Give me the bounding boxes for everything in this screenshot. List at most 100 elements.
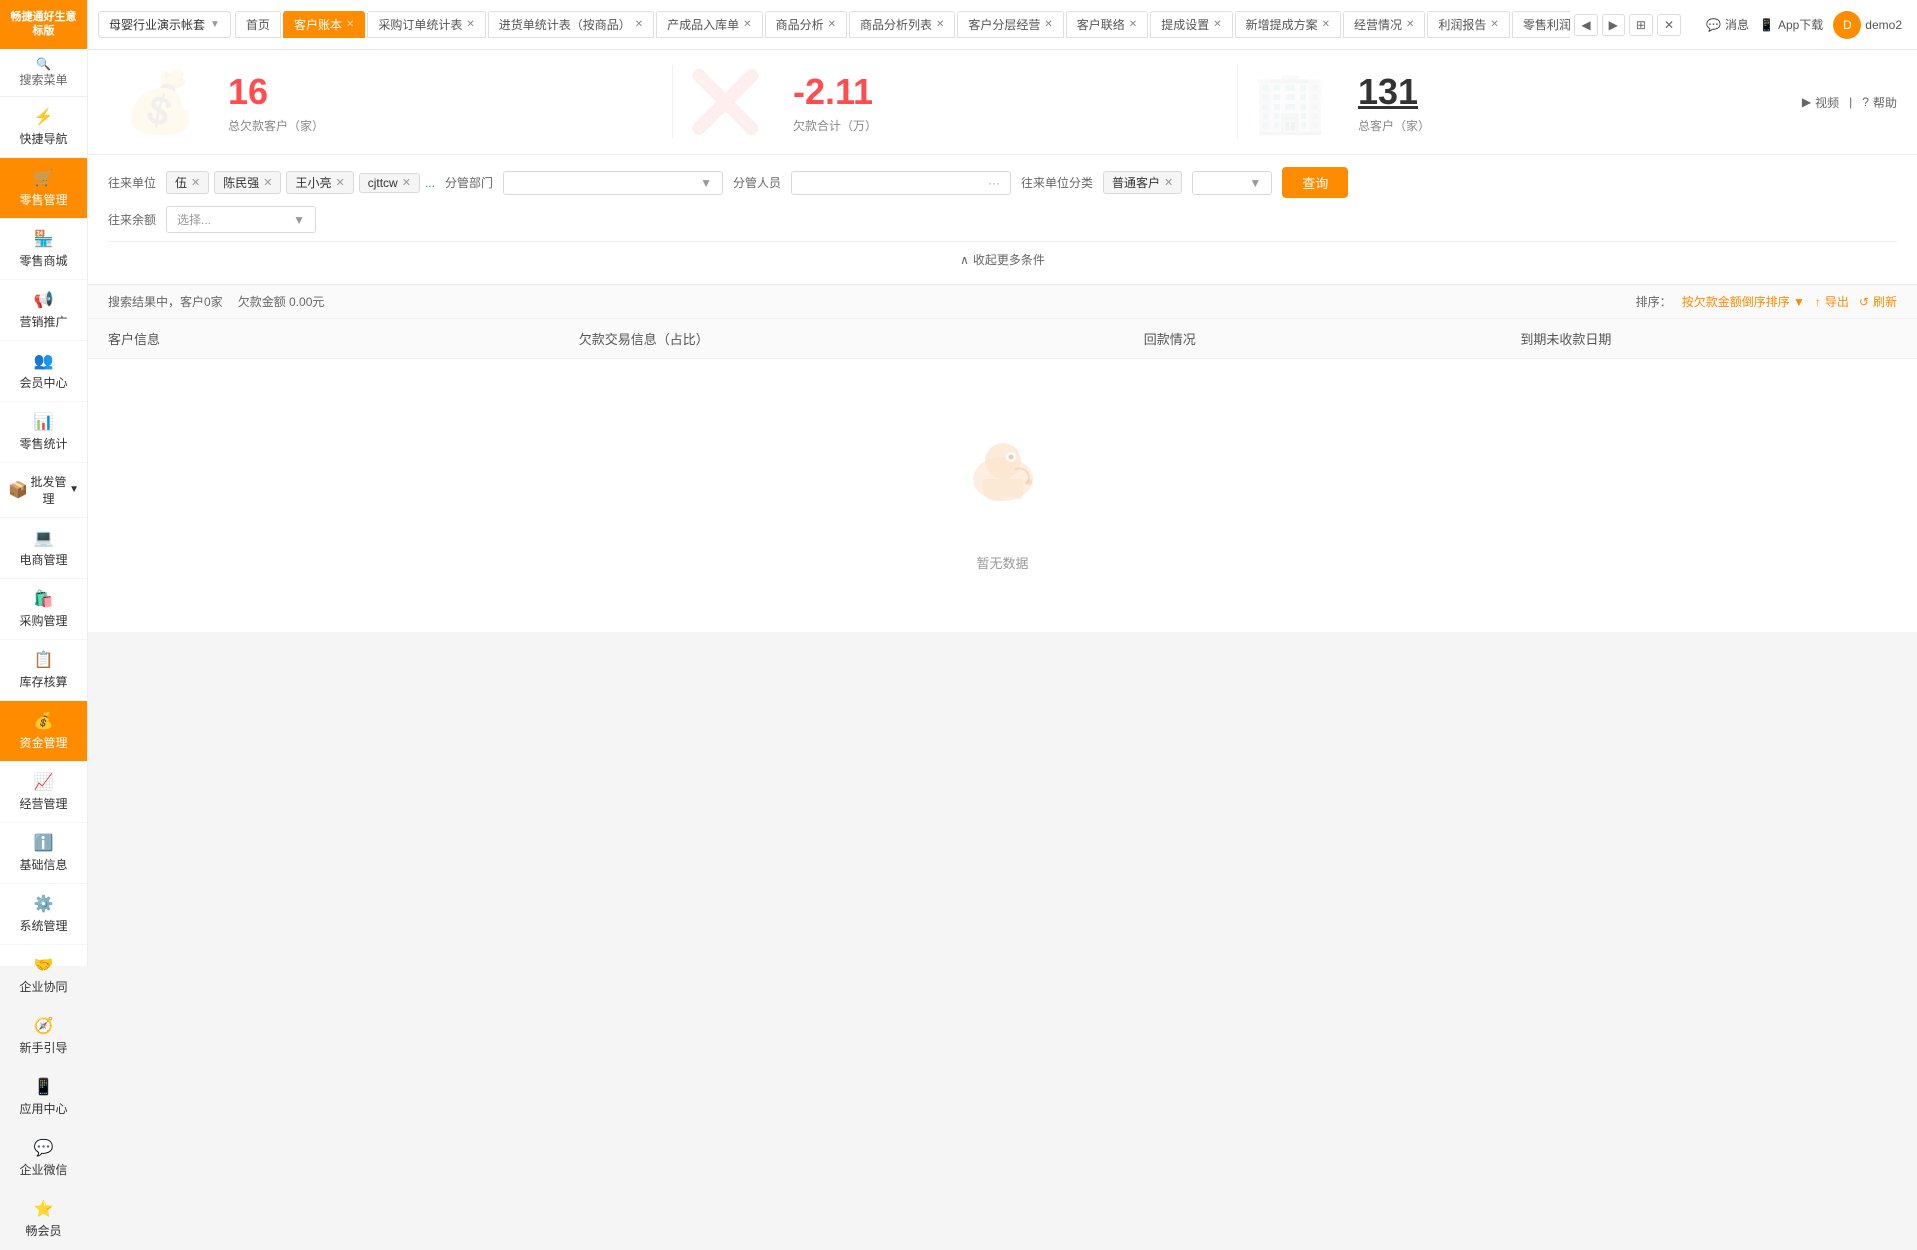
collapse-filters-button[interactable]: ∧ 收起更多条件 <box>108 247 1897 272</box>
message-icon: 💬 <box>1706 18 1721 32</box>
stat-bg-icon-1: 💰 <box>123 67 198 138</box>
close-icon[interactable]: ✕ <box>743 19 751 30</box>
balance-input[interactable]: 选择... ▼ <box>166 206 316 233</box>
tabs-next-button[interactable]: ▶ <box>1602 14 1625 36</box>
stats-right-actions: ▶ 视频 | ? 帮助 <box>1802 94 1897 111</box>
remove-tag-wu[interactable]: ✕ <box>191 176 200 189</box>
sidebar-quick-nav[interactable]: ⚡ 快捷导航 <box>0 97 87 158</box>
tab-commission-settings[interactable]: 提成设置 ✕ <box>1150 11 1232 38</box>
sidebar: 畅捷通好生意 标版 🔍 搜索菜单 ⚡ 快捷导航 🛒 零售管理 🏪 零售商城 📢 … <box>0 0 88 966</box>
filter-area: 往来单位 伍 ✕ 陈民强 ✕ 王小亮 ✕ cjttcw <box>88 155 1917 285</box>
sidebar-item-retail-mall[interactable]: 🏪 零售商城 <box>0 219 87 280</box>
close-icon[interactable]: ✕ <box>1213 19 1221 30</box>
empty-illustration <box>953 419 1053 519</box>
sidebar-item-enterprise[interactable]: 🤝 企业协同 <box>0 945 87 1006</box>
sidebar-search[interactable]: 🔍 搜索菜单 <box>0 49 87 97</box>
navbar-right: 💬 消息 📱 App下载 D demo2 <box>1691 11 1917 39</box>
tabs-close-all-button[interactable]: ✕ <box>1657 14 1681 36</box>
logo-text: 畅捷通好生意 标版 <box>11 10 77 39</box>
sidebar-item-vip[interactable]: ⭐ 畅会员 <box>0 1189 87 1250</box>
close-icon[interactable]: ✕ <box>828 19 836 30</box>
account-selector[interactable]: 母婴行业演示帐套 ▼ <box>98 11 231 38</box>
sort-value[interactable]: 按欠款金额倒序排序 ▼ <box>1682 293 1805 310</box>
sidebar-item-marketing[interactable]: 📢 营销推广 <box>0 280 87 341</box>
tab-customer-ledger[interactable]: 客户账本 ✕ <box>283 11 365 38</box>
close-icon[interactable]: ✕ <box>635 19 643 30</box>
tab-operation-status[interactable]: 经营情况 ✕ <box>1343 11 1425 38</box>
close-icon[interactable]: ✕ <box>346 19 354 30</box>
table-container: 客户信息 欠款交易信息（占比） 回款情况 到期未收款日期 <box>88 319 1917 632</box>
tab-production-inbound[interactable]: 产成品入库单 ✕ <box>656 11 762 38</box>
sidebar-item-retail-stats[interactable]: 📊 零售统计 <box>0 402 87 463</box>
tabs-prev-button[interactable]: ◀ <box>1574 14 1597 36</box>
person-input[interactable]: ··· <box>791 171 1011 195</box>
sidebar-item-purchase[interactable]: 🛍️ 采购管理 <box>0 579 87 640</box>
sidebar-item-basic-info[interactable]: ℹ️ 基础信息 <box>0 823 87 884</box>
tab-new-commission[interactable]: 新增提成方案 ✕ <box>1235 11 1341 38</box>
empty-text: 暂无数据 <box>976 553 1028 572</box>
column-repayment: 回款情况 <box>1144 329 1521 348</box>
unit-filter-label: 往来单位 <box>108 174 156 191</box>
tab-purchase-order-stats[interactable]: 采购订单统计表 ✕ <box>367 11 485 38</box>
overdue-amount-label: 欠款合计（万） <box>793 117 1197 134</box>
dept-dropdown-icon: ▼ <box>700 176 712 190</box>
export-button[interactable]: ↑ 导出 <box>1815 293 1849 310</box>
tab-product-analysis[interactable]: 商品分析 ✕ <box>765 11 847 38</box>
sidebar-logo: 畅捷通好生意 标版 <box>0 0 87 49</box>
collapse-icon: ∧ <box>960 253 969 267</box>
balance-dropdown-icon: ▼ <box>293 213 305 227</box>
play-icon: ▶ <box>1802 95 1811 109</box>
dept-input[interactable]: ▼ <box>503 171 723 195</box>
empty-state: 暂无数据 <box>88 359 1917 632</box>
overdue-amount-value: -2.11 <box>793 70 1197 113</box>
tabs-expand-button[interactable]: ⊞ <box>1629 14 1653 36</box>
tab-customer-tier[interactable]: 客户分层经营 ✕ <box>957 11 1063 38</box>
remove-tag-normal[interactable]: ✕ <box>1164 176 1173 189</box>
help-link[interactable]: ? 帮助 <box>1862 94 1897 111</box>
close-icon[interactable]: ✕ <box>1322 19 1330 30</box>
close-icon[interactable]: ✕ <box>1490 19 1498 30</box>
sidebar-item-wechat[interactable]: 💬 企业微信 <box>0 1128 87 1189</box>
user-profile[interactable]: D demo2 <box>1833 11 1902 39</box>
sidebar-item-guide[interactable]: 🧭 新手引导 <box>0 1006 87 1067</box>
close-icon[interactable]: ✕ <box>1129 19 1137 30</box>
sidebar-item-app-center[interactable]: 📱 应用中心 <box>0 1067 87 1128</box>
tab-profit-report[interactable]: 利润报告 ✕ <box>1427 11 1509 38</box>
tab-customer-contact[interactable]: 客户联络 ✕ <box>1066 11 1148 38</box>
sidebar-item-finance[interactable]: 💰 资金管理 <box>0 701 87 762</box>
category-dropdown[interactable]: ▼ <box>1192 171 1272 195</box>
sidebar-item-retail-manage[interactable]: 🛒 零售管理 <box>0 158 87 219</box>
unit-tag-cjttcw: cjttcw ✕ <box>359 173 420 193</box>
remove-tag-wang[interactable]: ✕ <box>336 176 345 189</box>
tab-retail-profit[interactable]: 零售利润（ ✕ <box>1512 11 1571 38</box>
tab-product-analysis-list[interactable]: 商品分析列表 ✕ <box>849 11 955 38</box>
tab-goods-stats[interactable]: 进货单统计表（按商品） ✕ <box>488 11 654 38</box>
close-icon[interactable]: ✕ <box>1406 19 1414 30</box>
sidebar-item-wholesale[interactable]: 📦 批发管理 ▼ <box>0 463 87 518</box>
person-filter-label: 分管人员 <box>733 174 781 191</box>
remove-tag-chen[interactable]: ✕ <box>263 176 272 189</box>
message-button[interactable]: 💬 消息 <box>1706 16 1749 33</box>
unit-tag-chen: 陈民强 ✕ <box>214 171 281 194</box>
close-icon[interactable]: ✕ <box>1044 19 1052 30</box>
close-icon[interactable]: ✕ <box>466 19 474 30</box>
sidebar-item-system[interactable]: ⚙️ 系统管理 <box>0 884 87 945</box>
result-bar: 搜索结果中，客户0家 欠款金额 0.00元 排序： 按欠款金额倒序排序 ▼ ↑ … <box>88 285 1917 319</box>
close-icon[interactable]: ✕ <box>936 19 944 30</box>
remove-tag-cjttcw[interactable]: ✕ <box>402 176 411 189</box>
query-button[interactable]: 查询 <box>1282 167 1348 198</box>
account-selector-arrow: ▼ <box>210 19 220 30</box>
stat-bg-icon-2: ❌ <box>688 67 763 138</box>
total-customers-value: 131 <box>1358 70 1762 113</box>
refresh-button[interactable]: ↺ 刷新 <box>1859 293 1897 310</box>
tab-home[interactable]: 首页 <box>235 11 281 38</box>
sidebar-item-operation[interactable]: 📈 经营管理 <box>0 762 87 823</box>
video-link[interactable]: ▶ 视频 <box>1802 94 1839 111</box>
sidebar-item-inventory[interactable]: 📋 库存核算 <box>0 640 87 701</box>
more-tags-button[interactable]: ... <box>425 176 435 190</box>
sidebar-item-member[interactable]: 👥 会员中心 <box>0 341 87 402</box>
category-dropdown-icon: ▼ <box>1249 176 1261 190</box>
sidebar-item-ecommerce[interactable]: 💻 电商管理 <box>0 518 87 579</box>
overdue-amount-text: 欠款金额 0.00元 <box>238 293 325 310</box>
app-download-button[interactable]: 📱 App下载 <box>1759 16 1823 33</box>
